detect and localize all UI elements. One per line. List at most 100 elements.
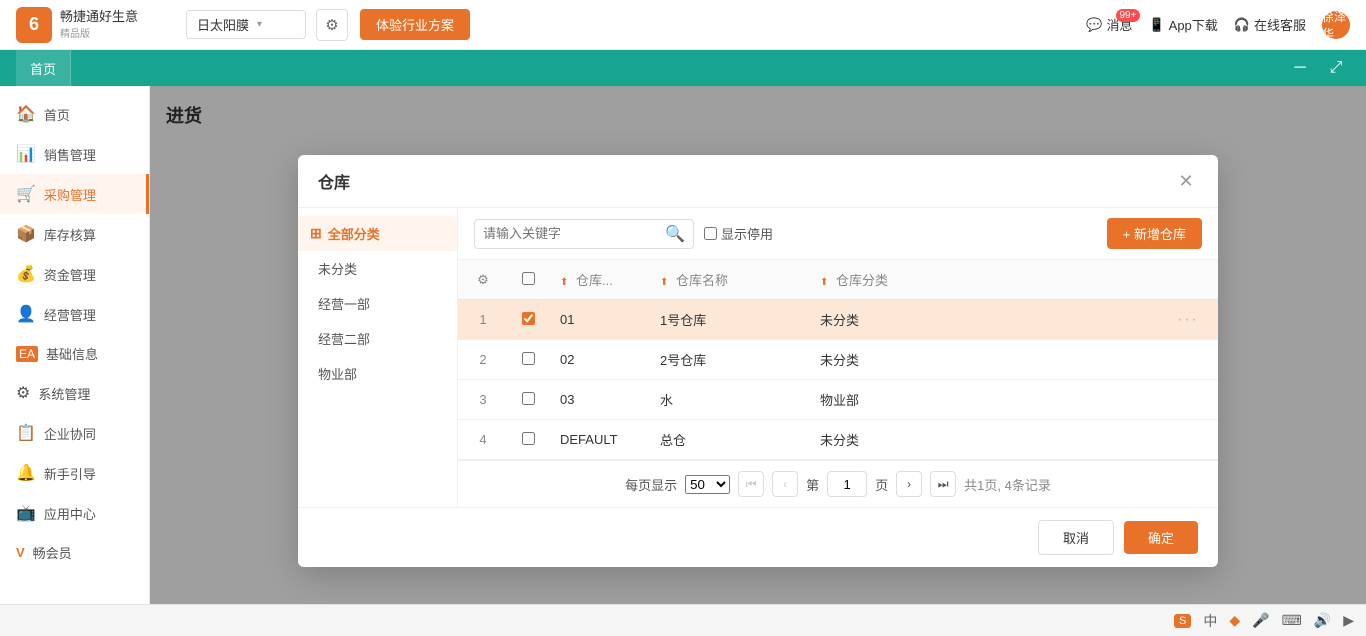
sidebar-item-app-center[interactable]: 📺 应用中心: [0, 493, 149, 533]
row-category: 物业部: [808, 380, 1158, 420]
row-checkbox-cell[interactable]: [508, 300, 548, 340]
bottom-icon-chinese[interactable]: 中: [1203, 611, 1217, 631]
search-icon[interactable]: 🔍: [665, 224, 685, 244]
select-all-checkbox[interactable]: [522, 272, 535, 285]
page-size-label: 每页显示: [625, 475, 677, 494]
category-item-ops2[interactable]: 经营二部: [298, 321, 457, 356]
sidebar-item-guide[interactable]: 🔔 新手引导: [0, 453, 149, 493]
sidebar-item-home[interactable]: 🏠 首页: [0, 94, 149, 134]
col-header-code: ⬆ 仓库...: [548, 260, 648, 300]
new-warehouse-button[interactable]: + 新增仓库: [1107, 218, 1202, 249]
sidebar-item-membership[interactable]: V 畅会员: [0, 533, 149, 572]
purchase-icon: 🛒: [16, 184, 36, 204]
row-category: 未分类: [808, 420, 1158, 460]
logo-area: 6 畅捷通好生意 精品版: [16, 7, 166, 43]
page-last-button[interactable]: ⏭: [930, 471, 956, 497]
row-checkbox[interactable]: [522, 352, 535, 365]
customer-service-label: 在线客服: [1254, 15, 1306, 34]
phone-icon: 📱: [1148, 17, 1164, 33]
grid-icon: ⊞: [310, 225, 322, 242]
sidebar-item-purchase[interactable]: 🛒 采购管理: [0, 174, 149, 214]
show-disabled-label[interactable]: 显示停用: [704, 224, 773, 243]
page-label: 第: [806, 475, 819, 494]
avatar: 徐泽华: [1322, 11, 1350, 39]
inventory-icon: 📦: [16, 224, 36, 244]
app-download-item[interactable]: 📱 App下载: [1148, 15, 1217, 34]
page-size-select[interactable]: 10 20 50 100: [685, 475, 730, 494]
sidebar-item-system-label: 系统管理: [38, 384, 90, 403]
row-name: 2号仓库: [648, 340, 808, 380]
category-item-ops1[interactable]: 经营一部: [298, 286, 457, 321]
headphone-icon: 🎧: [1234, 17, 1250, 33]
row-checkbox-cell[interactable]: [508, 380, 548, 420]
sidebar-item-finance[interactable]: 💰 资金管理: [0, 254, 149, 294]
category-header[interactable]: ⊞ 全部分类: [298, 216, 457, 251]
modal-close-button[interactable]: ✕: [1174, 169, 1198, 193]
table-row[interactable]: 4 DEFAULT 总仓 未分类: [458, 420, 1218, 460]
confirm-button[interactable]: 确定: [1124, 521, 1198, 554]
sidebar-item-membership-label: 畅会员: [33, 543, 72, 562]
header-center: 日太阳膜 ▾ ⚙ 体验行业方案: [166, 9, 1086, 41]
row-checkbox[interactable]: [522, 432, 535, 445]
row-name: 水: [648, 380, 808, 420]
row-code: DEFAULT: [548, 420, 648, 460]
notifications-item[interactable]: 💬 99+ 消息: [1086, 15, 1132, 34]
bottom-icon-speaker[interactable]: 🔊: [1314, 612, 1331, 629]
row-checkbox[interactable]: [522, 312, 535, 325]
user-item[interactable]: 徐泽华: [1322, 11, 1350, 39]
show-disabled-text: 显示停用: [721, 224, 773, 243]
minimize-button[interactable]: ─: [1286, 54, 1314, 82]
row-action[interactable]: [1158, 340, 1218, 380]
row-checkbox-cell[interactable]: [508, 420, 548, 460]
category-item-unclassified[interactable]: 未分类: [298, 251, 457, 286]
sidebar-item-operations[interactable]: 👤 经营管理: [0, 294, 149, 334]
search-input[interactable]: [483, 226, 665, 241]
sidebar-item-sales[interactable]: 📊 销售管理: [0, 134, 149, 174]
notifications-badge: 99+: [1116, 9, 1141, 22]
table-row[interactable]: 1 01 1号仓库 未分类 ···: [458, 300, 1218, 340]
sidebar-item-inventory[interactable]: 📦 库存核算: [0, 214, 149, 254]
sidebar-item-basic-info[interactable]: EA 基础信息: [0, 334, 149, 373]
maximize-button[interactable]: ⤢: [1322, 54, 1350, 82]
show-disabled-checkbox[interactable]: [704, 227, 717, 240]
page-first-button[interactable]: ⏮: [738, 471, 764, 497]
col-header-num: ⚙: [458, 260, 508, 300]
row-action[interactable]: [1158, 380, 1218, 420]
table-row[interactable]: 2 02 2号仓库 未分类: [458, 340, 1218, 380]
modal-pagination: 每页显示 10 20 50 100 ⏮ ‹ 第 页: [458, 460, 1218, 507]
table-row[interactable]: 3 03 水 物业部: [458, 380, 1218, 420]
category-item-property[interactable]: 物业部: [298, 356, 457, 391]
sidebar-item-system[interactable]: ⚙ 系统管理: [0, 373, 149, 413]
sidebar-item-enterprise[interactable]: 📋 企业协同: [0, 413, 149, 453]
sidebar: 🏠 首页 📊 销售管理 🛒 采购管理 📦 库存核算 💰 资金管理 👤 经营管理 …: [0, 86, 150, 636]
row-checkbox-cell[interactable]: [508, 340, 548, 380]
sort-icon-category: ⬆: [820, 277, 828, 288]
cancel-button[interactable]: 取消: [1038, 520, 1114, 555]
page-next-button[interactable]: ›: [896, 471, 922, 497]
store-name: 日太阳膜: [197, 15, 249, 34]
page-number-input[interactable]: [827, 471, 867, 497]
bottom-icon-dot[interactable]: ◆: [1229, 612, 1240, 629]
col-header-name: ⬆ 仓库名称: [648, 260, 808, 300]
try-industry-button[interactable]: 体验行业方案: [360, 9, 470, 40]
action-dots-icon[interactable]: ···: [1177, 311, 1199, 328]
second-nav: 首页 ─ ⤢: [0, 50, 1366, 86]
page-prev-button[interactable]: ‹: [772, 471, 798, 497]
guide-icon: 🔔: [16, 463, 36, 483]
search-input-wrap: 🔍: [474, 219, 694, 249]
row-action[interactable]: ···: [1158, 300, 1218, 340]
customer-service-item[interactable]: 🎧 在线客服: [1234, 15, 1306, 34]
nav-item-home[interactable]: 首页: [16, 50, 71, 86]
bottom-icon-mic[interactable]: 🎤: [1252, 612, 1269, 629]
bottom-icon-keyboard[interactable]: ⌨: [1282, 612, 1302, 629]
settings-button[interactable]: ⚙: [316, 9, 348, 41]
basic-info-icon: EA: [16, 346, 38, 362]
store-selector[interactable]: 日太阳膜 ▾: [186, 10, 306, 39]
home-icon: 🏠: [16, 104, 36, 124]
bottom-icon-play[interactable]: ▶: [1343, 612, 1354, 629]
operations-icon: 👤: [16, 304, 36, 324]
col-header-category: ⬆ 仓库分类: [808, 260, 1158, 300]
row-action[interactable]: [1158, 420, 1218, 460]
collapse-panel-button[interactable]: 《: [457, 220, 458, 250]
row-checkbox[interactable]: [522, 392, 535, 405]
